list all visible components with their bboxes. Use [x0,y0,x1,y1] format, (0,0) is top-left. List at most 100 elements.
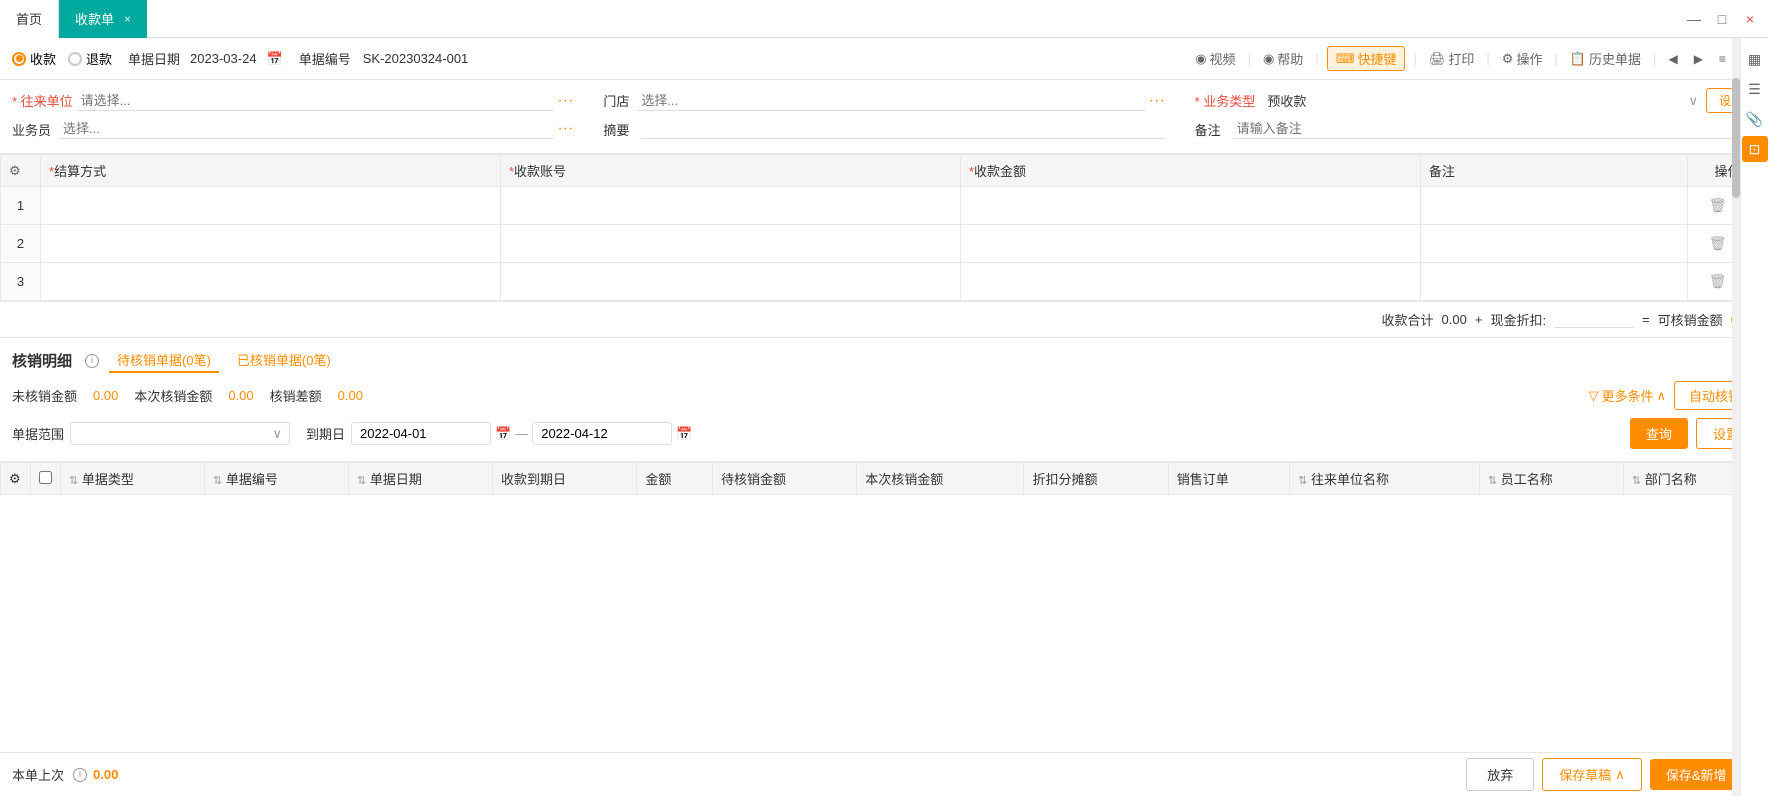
video-button[interactable]: ◉ 视频 [1191,47,1239,70]
current-cancel-value: 0.00 [228,388,253,403]
shop-input[interactable] [637,91,1144,111]
video-icon: ◉ [1195,51,1206,67]
radio-refund-label: 退款 [86,49,112,68]
bottom-col-checkbox [31,463,61,495]
counterpart-more-icon[interactable]: ··· [557,92,573,110]
shop-more-icon[interactable]: ··· [1149,92,1165,110]
sidebar-scan-icon[interactable]: ⊡ [1742,136,1768,162]
bottom-col-discount: 折扣分摊额 [1024,463,1168,495]
shortcut-button[interactable]: ⌨ 快捷键 [1327,46,1406,71]
bottom-col-settings: ⚙ [1,463,31,495]
next-button[interactable]: ▶ [1690,50,1707,68]
sidebar-list-icon[interactable]: ☰ [1742,76,1768,102]
table-row: 1 🗑 ⧉ [1,187,1768,225]
date-to-input[interactable] [532,422,672,445]
print-button[interactable]: 🖨 打印 [1425,47,1479,70]
row2-settlement[interactable] [41,225,501,263]
print-label: 打印 [1448,49,1474,68]
row2-account[interactable] [500,225,960,263]
verify-title-row: 核销明细 i 待核销单据(0笔) 已核销单据(0笔) [12,348,1756,373]
bottom-settings-icon[interactable]: ⚙ [9,471,21,486]
footer-info-icon[interactable]: i [73,768,87,782]
bottom-col-counterpart: ⇅ 往来单位名称 [1290,463,1480,495]
tab-home-label: 首页 [16,9,42,28]
more-conditions-button[interactable]: ▽ 更多条件 ∧ [1588,386,1666,405]
col-account: *收款账号 [500,155,960,187]
due-label: 到期日 [306,424,345,443]
cal-to-icon[interactable]: 📅 [676,426,692,442]
verify-tab-pending[interactable]: 待核销单据(0笔) [109,348,219,373]
save-draft-arrow-icon: ∧ [1615,767,1625,783]
counterpart-input[interactable] [77,91,554,111]
form-row-1: * 往来单位 ··· 门店 ··· * 业务类型 预收款 ∨ 设置 [12,88,1756,113]
minimize-button[interactable]: — [1684,9,1704,29]
row1-settlement[interactable] [41,187,501,225]
row1-remark[interactable] [1420,187,1687,225]
row3-remark[interactable] [1420,263,1687,301]
row2-amount[interactable] [960,225,1420,263]
verification-section: 核销明细 i 待核销单据(0笔) 已核销单据(0笔) 未核销金额 0.00 本次… [0,338,1768,461]
range-select[interactable] [70,422,290,445]
maximize-button[interactable]: □ [1712,9,1732,29]
calendar-icon[interactable]: 📅 [267,51,283,67]
staff-input[interactable] [59,119,553,139]
prev-button[interactable]: ◀ [1664,50,1681,68]
row2-delete-icon[interactable]: 🗑 [1709,235,1727,251]
receipt-table: ⚙ *结算方式 *收款账号 *收款金额 备注 操作 1 🗑 [0,154,1768,301]
business-type-dropdown-icon[interactable]: ∨ [1688,93,1698,109]
staff-more-icon[interactable]: ··· [557,120,573,138]
radio-refund[interactable]: 退款 [68,49,112,68]
verify-info-icon[interactable]: i [85,354,99,368]
verify-tab-done[interactable]: 已核销单据(0笔) [229,348,339,373]
operate-label: 操作 [1516,49,1542,68]
business-type-value: 预收款 [1267,91,1306,110]
form-area: * 往来单位 ··· 门店 ··· * 业务类型 预收款 ∨ 设置 [0,80,1768,154]
shortcut-icon: ⌨ [1336,51,1355,67]
scrollbar-thumb[interactable] [1732,78,1740,198]
row1-account[interactable] [500,187,960,225]
row1-delete-icon[interactable]: 🗑 [1709,197,1727,213]
range-label: 单据范围 [12,424,64,443]
row3-amount[interactable] [960,263,1420,301]
sidebar-attach-icon[interactable]: 📎 [1742,106,1768,132]
query-button[interactable]: 查询 [1630,418,1688,449]
summary-row: 收款合计 0.00 + 现金折扣: = 可核销金额 0.00 [0,302,1768,338]
radio-receipt-dot [12,52,26,66]
row1-amount[interactable] [960,187,1420,225]
toolbar-right: ◉ 视频 | ◉ 帮助 | ⌨ 快捷键 | 🖨 打印 | ⚙ 操作 [1191,46,1756,71]
business-type-label: * 业务类型 [1195,91,1256,110]
help-button[interactable]: ◉ 帮助 [1259,47,1307,70]
tab-home[interactable]: 首页 [0,0,59,38]
summary-input[interactable] [641,119,1164,139]
row3-settlement[interactable] [41,263,501,301]
cal-from-icon[interactable]: 📅 [495,426,511,442]
abandon-button[interactable]: 放弃 [1466,758,1534,791]
sidebar-table-icon[interactable]: ▦ [1742,46,1768,72]
tab-receipt-label: 收款单 [75,9,114,28]
radio-receipt[interactable]: 收款 [12,49,56,68]
tab-bar: 首页 收款单 × — □ × [0,0,1768,38]
select-all-checkbox[interactable] [39,471,52,484]
list-button[interactable]: ≡ [1715,50,1730,68]
date-from-input[interactable] [351,422,491,445]
number-value: SK-20230324-001 [363,51,469,66]
close-button[interactable]: × [1740,9,1760,29]
row3-account[interactable] [500,263,960,301]
row3-delete-icon[interactable]: 🗑 [1709,273,1727,289]
verify-stats: 未核销金额 0.00 本次核销金额 0.00 核销差额 0.00 ▽ 更多条件 … [12,381,1756,410]
discount-input[interactable] [1554,312,1634,328]
table-settings-icon[interactable]: ⚙ [9,163,21,178]
summary-label: 摘要 [603,120,629,139]
history-button[interactable]: 📋 历史单据 [1566,47,1645,70]
scrollbar[interactable] [1732,38,1740,796]
history-label: 历史单据 [1589,49,1641,68]
remark-input[interactable] [1233,119,1756,139]
bottom-col-pending: 待核销金额 [713,463,857,495]
footer-left: 本单上次 i 0.00 [12,765,118,784]
bottom-col-number: ⇅ 单据编号 [205,463,349,495]
row2-remark[interactable] [1420,225,1687,263]
tab-close-icon[interactable]: × [124,12,131,26]
tab-receipt[interactable]: 收款单 × [59,0,147,38]
operate-button[interactable]: ⚙ 操作 [1498,47,1547,70]
save-draft-button[interactable]: 保存草稿 ∧ [1542,758,1642,791]
